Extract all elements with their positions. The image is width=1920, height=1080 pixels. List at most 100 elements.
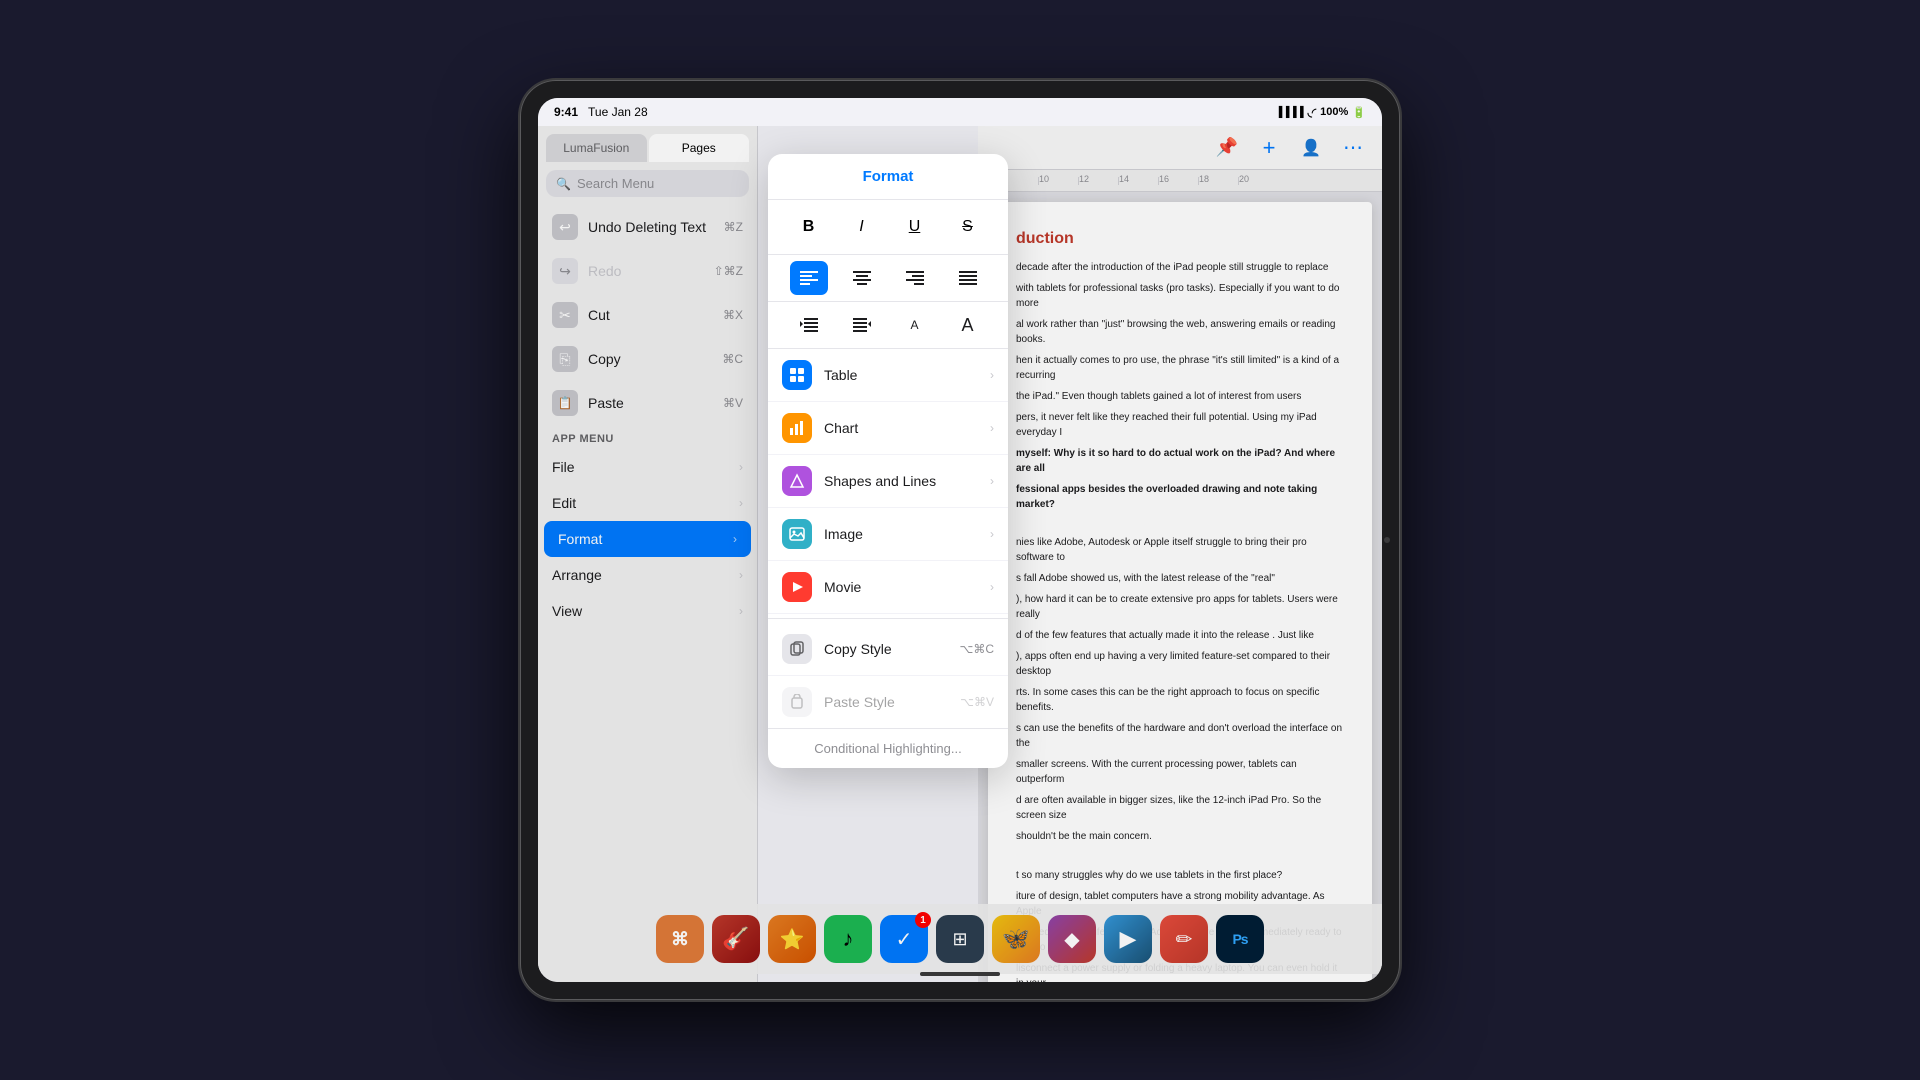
- signal-icon: ▐▐▐▐: [1275, 107, 1303, 118]
- undo-icon: ↩: [552, 214, 578, 240]
- app-tabs: LumaFusion Pages: [538, 126, 757, 162]
- chart-label: Chart: [824, 420, 978, 436]
- format-menu-image[interactable]: Image ›: [768, 508, 1008, 561]
- wifi-icon: ◟◜: [1308, 106, 1317, 119]
- menu-item-paste[interactable]: 📋 Paste ⌘V: [538, 381, 757, 425]
- undo-label: Undo Deleting Text: [588, 219, 706, 235]
- conditional-highlighting-button[interactable]: Conditional Highlighting...: [768, 728, 1008, 768]
- tab-lumafusion[interactable]: LumaFusion: [546, 134, 647, 162]
- ruler-mark: 12: [1078, 177, 1118, 185]
- chart-icon: [782, 413, 812, 443]
- format-panel-title: Format: [768, 154, 1008, 200]
- left-panel: LumaFusion Pages 🔍 Search Menu ↩: [538, 126, 758, 982]
- tab-pages[interactable]: Pages: [649, 134, 750, 162]
- paste-style-button[interactable]: Paste Style ⌥⌘V: [768, 676, 1008, 728]
- font-size-up-button[interactable]: A: [949, 308, 987, 342]
- ruler: 8 10 12 14 16 18 20: [978, 170, 1382, 192]
- app-menu-label: APP MENU: [538, 425, 757, 449]
- format-menu-shapes[interactable]: Shapes and Lines ›: [768, 455, 1008, 508]
- dock-app-commands[interactable]: ⊞: [936, 915, 984, 963]
- format-menu-chart[interactable]: Chart ›: [768, 402, 1008, 455]
- omnifocus-badge: 1: [915, 912, 931, 928]
- image-chevron-icon: ›: [990, 527, 994, 541]
- menu-item-undo[interactable]: ↩ Undo Deleting Text ⌘Z: [538, 205, 757, 249]
- time-display: 9:41: [554, 105, 578, 119]
- italic-button[interactable]: I: [843, 210, 881, 244]
- pin-tool-button[interactable]: 📌: [1210, 131, 1244, 165]
- dock-app-reeder[interactable]: ⭐: [768, 915, 816, 963]
- doc-p-19: t so many struggles why do we use tablet…: [1016, 868, 1344, 883]
- more-options-button[interactable]: ⋯: [1336, 131, 1370, 165]
- paste-style-icon: [782, 687, 812, 717]
- table-label: Table: [824, 367, 978, 383]
- doc-p-12: d of the few features that actually made…: [1016, 628, 1344, 643]
- indent-decrease-button[interactable]: [790, 308, 828, 342]
- redo-icon: ↪: [552, 258, 578, 284]
- document-page: duction decade after the introduction of…: [988, 202, 1372, 982]
- dock-app-photoshop[interactable]: Ps: [1216, 915, 1264, 963]
- doc-paragraph-5: the iPad." Even though tablets gained a …: [1016, 389, 1344, 404]
- dock-app-omnifocus[interactable]: ✓ 1: [880, 915, 928, 963]
- image-label: Image: [824, 526, 978, 542]
- search-placeholder: Search Menu: [577, 176, 654, 191]
- copy-style-shortcut: ⌥⌘C: [960, 642, 995, 656]
- copy-style-button[interactable]: Copy Style ⌥⌘C: [768, 623, 1008, 676]
- doc-p-17: d are often available in bigger sizes, l…: [1016, 793, 1344, 823]
- pages-document-panel: 📌 + 👤 ⋯ 8 10 12 14 16 18 20: [978, 126, 1382, 982]
- ruler-mark: 18: [1198, 177, 1238, 185]
- dock-app-notchit[interactable]: ✏: [1160, 915, 1208, 963]
- copy-style-icon: [782, 634, 812, 664]
- home-indicator: [920, 972, 1000, 976]
- format-menu-table[interactable]: Table ›: [768, 349, 1008, 402]
- nav-item-format[interactable]: Format ›: [544, 521, 751, 557]
- chevron-right-icon: ›: [733, 532, 737, 546]
- dock-app-shortcuts[interactable]: ⌘: [656, 915, 704, 963]
- front-camera: [1384, 537, 1390, 543]
- nav-item-view[interactable]: View ›: [538, 593, 757, 629]
- align-justify-button[interactable]: [949, 261, 987, 295]
- menu-item-copy[interactable]: ⎘ Copy ⌘C: [538, 337, 757, 381]
- movie-label: Movie: [824, 579, 978, 595]
- battery-display: 100%: [1320, 106, 1348, 118]
- dock-app-marble[interactable]: ◆: [1048, 915, 1096, 963]
- chart-chevron-icon: ›: [990, 421, 994, 435]
- align-left-button[interactable]: [790, 261, 828, 295]
- dock-app-guitar[interactable]: 🎸: [712, 915, 760, 963]
- doc-paragraph-bold: myself: Why is it so hard to do actual w…: [1016, 446, 1344, 476]
- underline-button[interactable]: U: [896, 210, 934, 244]
- dock-app-keynote[interactable]: ▶: [1104, 915, 1152, 963]
- ruler-mark: 14: [1118, 177, 1158, 185]
- ruler-mark: 20: [1238, 177, 1278, 185]
- date-display: Tue Jan 28: [588, 105, 648, 119]
- paste-style-label: Paste Style: [824, 694, 948, 710]
- search-bar[interactable]: 🔍 Search Menu: [546, 170, 749, 197]
- indent-increase-button[interactable]: [843, 308, 881, 342]
- cut-shortcut: ⌘X: [723, 308, 743, 322]
- menu-item-redo[interactable]: ↪ Redo ⇧⌘Z: [538, 249, 757, 293]
- collaborate-button[interactable]: 👤: [1294, 131, 1328, 165]
- nav-item-arrange[interactable]: Arrange ›: [538, 557, 757, 593]
- align-center-button[interactable]: [843, 261, 881, 295]
- ipad-screen: 9:41 Tue Jan 28 ▐▐▐▐ ◟◜ 100% 🔋 LumaFusio…: [538, 98, 1382, 982]
- doc-p-10: s fall Adobe showed us, with the latest …: [1016, 571, 1344, 586]
- add-tool-button[interactable]: +: [1252, 131, 1286, 165]
- dock-app-spotify[interactable]: ♪: [824, 915, 872, 963]
- align-right-button[interactable]: [896, 261, 934, 295]
- undo-shortcut: ⌘Z: [724, 220, 743, 234]
- dock-app-patterned[interactable]: 🦋: [992, 915, 1040, 963]
- nav-format-label: Format: [558, 531, 602, 547]
- text-tools-toolbar: A A: [768, 302, 1008, 349]
- nav-item-file[interactable]: File ›: [538, 449, 757, 485]
- document-heading: duction: [1016, 226, 1344, 252]
- shapes-icon: [782, 466, 812, 496]
- nav-view-label: View: [552, 603, 582, 619]
- nav-file-label: File: [552, 459, 575, 475]
- nav-item-edit[interactable]: Edit ›: [538, 485, 757, 521]
- bold-button[interactable]: B: [790, 210, 828, 244]
- strikethrough-button[interactable]: S: [949, 210, 987, 244]
- doc-paragraph-2: with tablets for professional tasks (pro…: [1016, 281, 1344, 311]
- menu-item-cut[interactable]: ✂ Cut ⌘X: [538, 293, 757, 337]
- font-size-down-button[interactable]: A: [896, 308, 934, 342]
- format-menu-movie[interactable]: Movie ›: [768, 561, 1008, 614]
- doc-paragraph-1: decade after the introduction of the iPa…: [1016, 260, 1344, 275]
